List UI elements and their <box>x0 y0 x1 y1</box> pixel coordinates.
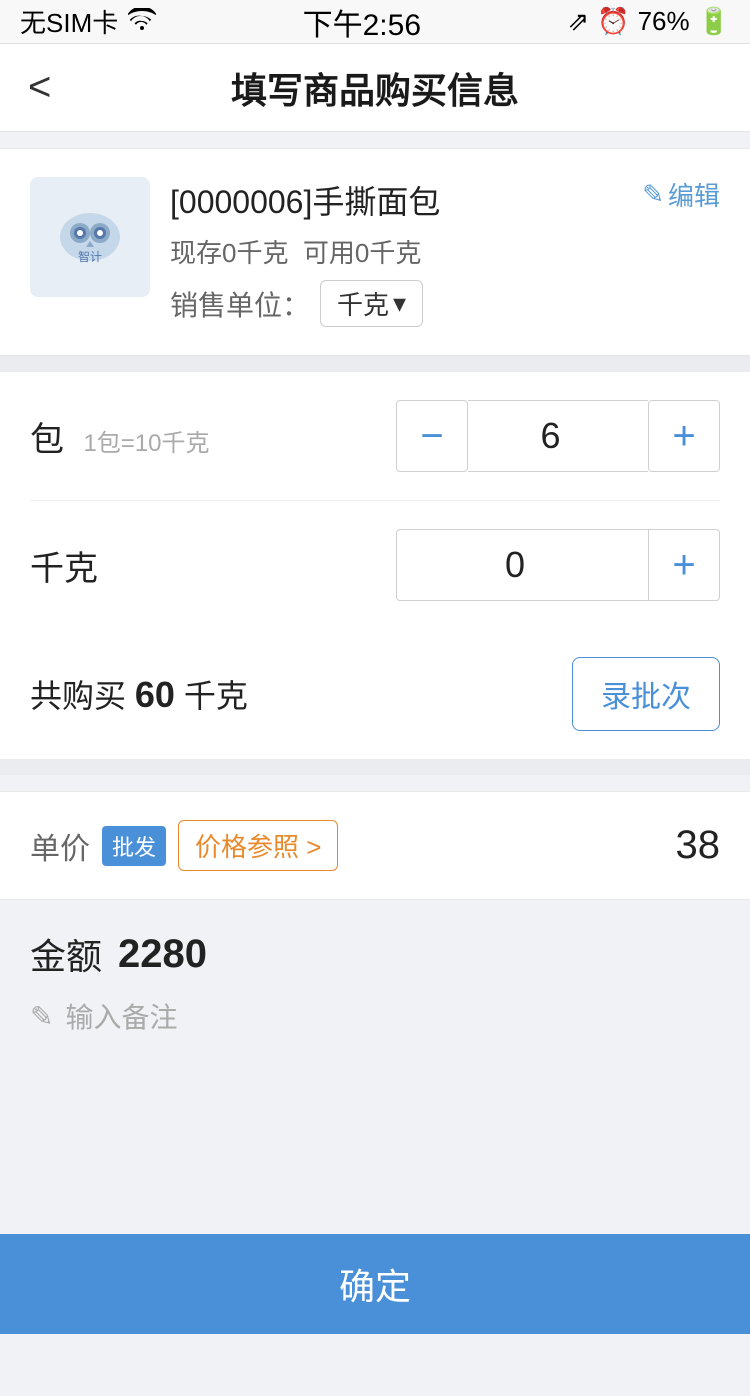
battery-text: 76% <box>638 6 690 37</box>
status-left: 无SIM卡 <box>20 3 156 40</box>
edit-icon: ✎ <box>642 179 664 210</box>
section-divider-2 <box>0 759 750 775</box>
price-row: 单价 批发 价格参照 > 38 <box>30 820 720 871</box>
section-divider-1 <box>0 356 750 372</box>
price-ref-button[interactable]: 价格参照 > <box>178 820 338 871</box>
pifa-badge: 批发 <box>102 826 166 866</box>
wifi-icon <box>128 6 156 37</box>
qianke-increment-button[interactable]: + <box>648 529 720 601</box>
amount-section: 金额 2280 ✎ 输入备注 <box>0 900 750 1056</box>
amount-label: 金额 <box>30 928 102 980</box>
product-name: [0000006]手撕面包 <box>170 177 720 223</box>
amount-value: 2280 <box>118 932 207 977</box>
bao-sublabel: 1包=10千克 <box>83 430 209 457</box>
product-image: 智计 <box>30 177 150 297</box>
price-label: 单价 批发 价格参照 > <box>30 820 338 871</box>
amount-row: 金额 2280 <box>30 928 720 980</box>
price-value: 38 <box>676 823 721 868</box>
note-placeholder: 输入备注 <box>65 996 177 1036</box>
qianke-label: 千克 <box>30 541 98 590</box>
bao-qty-control: − + <box>396 400 720 472</box>
nav-bar: < 填写商品购买信息 <box>0 44 750 132</box>
qianke-qty-control: + <box>396 529 720 601</box>
quantity-section: 包 1包=10千克 − + 千克 + <box>0 372 750 629</box>
status-bar: 无SIM卡 下午2:56 ⇗ ⏰ 76% 🔋 <box>0 0 750 44</box>
bao-increment-button[interactable]: + <box>648 400 720 472</box>
edit-button[interactable]: ✎ 编辑 <box>642 176 720 213</box>
back-button[interactable]: < <box>28 65 51 110</box>
qianke-row: 千克 + <box>30 501 720 629</box>
status-right: ⇗ ⏰ 76% 🔋 <box>567 6 730 37</box>
record-batch-button[interactable]: 录批次 <box>572 657 720 731</box>
qianke-input[interactable] <box>396 529 648 601</box>
status-time: 下午2:56 <box>303 0 421 44</box>
bao-decrement-button[interactable]: − <box>396 400 468 472</box>
carrier-text: 无SIM卡 <box>20 3 118 40</box>
summary-section: 共购买 60 千克 录批次 <box>0 629 750 759</box>
product-info: [0000006]手撕面包 现存0千克 可用0千克 销售单位： 千克 ▾ <box>170 177 720 327</box>
product-card: 智计 [0000006]手撕面包 现存0千克 可用0千克 销售单位： 千克 ▾ … <box>0 148 750 356</box>
alarm-icon: ⏰ <box>597 6 629 37</box>
svg-text:智计: 智计 <box>78 249 102 264</box>
summary-text: 共购买 60 千克 <box>30 671 248 717</box>
confirm-button-label: 确定 <box>339 1258 411 1310</box>
chevron-down-icon: ▾ <box>393 288 406 319</box>
battery-icon: 🔋 <box>698 6 730 37</box>
product-unit-row: 销售单位： 千克 ▾ <box>170 280 720 327</box>
product-stock: 现存0千克 可用0千克 <box>170 233 720 270</box>
content-area <box>0 1056 750 1396</box>
note-row[interactable]: ✎ 输入备注 <box>30 996 720 1036</box>
note-icon: ✎ <box>30 1000 53 1033</box>
location-icon: ⇗ <box>567 6 589 37</box>
confirm-button[interactable]: 确定 <box>0 1234 750 1334</box>
unit-select[interactable]: 千克 ▾ <box>320 280 423 327</box>
bao-label: 包 1包=10千克 <box>30 412 210 461</box>
bao-input[interactable] <box>468 400 648 472</box>
page-title: 填写商品购买信息 <box>231 62 519 114</box>
price-section: 单价 批发 价格参照 > 38 <box>0 791 750 900</box>
bao-row: 包 1包=10千克 − + <box>30 372 720 501</box>
